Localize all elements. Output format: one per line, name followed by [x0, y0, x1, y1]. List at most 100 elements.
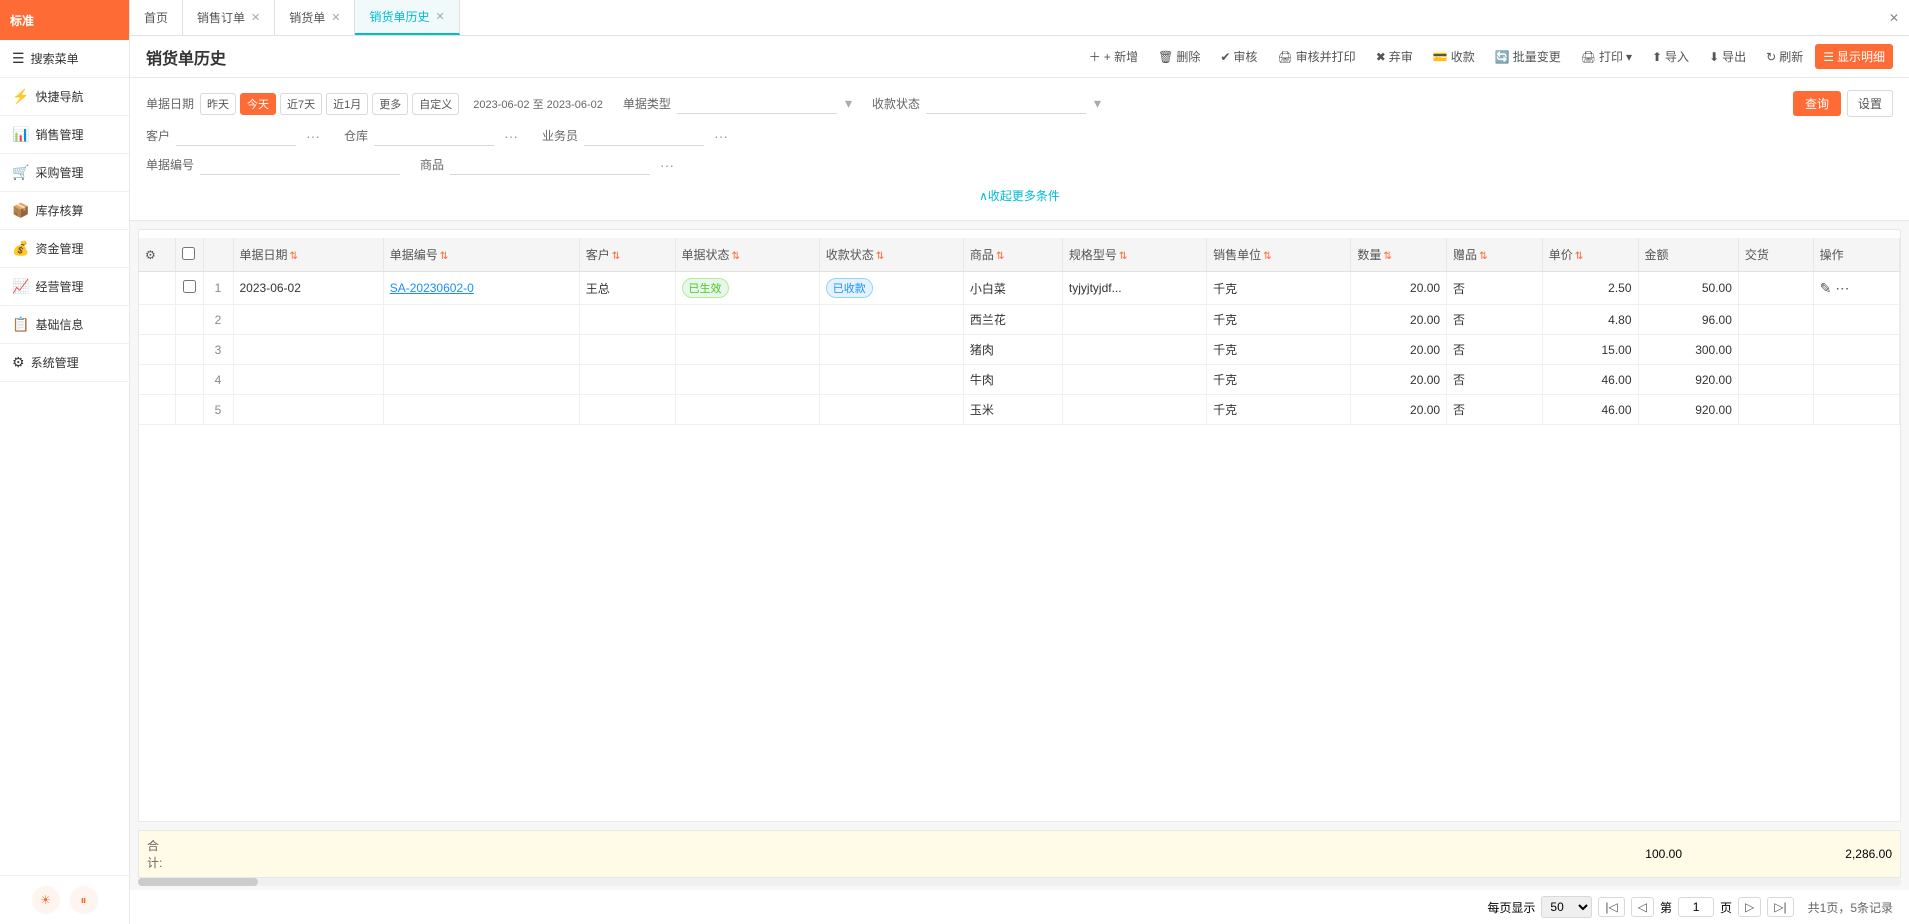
sidebar-item-inventory[interactable]: 📦 库存核算	[0, 192, 129, 230]
last-page-btn[interactable]: ▷|	[1767, 897, 1793, 917]
sidebar-bottom-btn1[interactable]: ☀	[32, 886, 60, 914]
date-btn-more[interactable]: 更多	[372, 93, 408, 115]
sidebar-item-search[interactable]: ☰ 搜索菜单	[0, 40, 129, 78]
next-page-btn[interactable]: ▷	[1738, 897, 1761, 917]
more-btn[interactable]: ⋯	[1835, 280, 1849, 297]
warehouse-input[interactable]	[374, 125, 494, 146]
table-area: ⚙ 单据日期⇅ 单据编号⇅ 客户⇅ 单据状态⇅ 收款状态⇅ 商品⇅ 规格型号⇅ …	[138, 229, 1901, 822]
th-trade: 交货	[1738, 238, 1813, 272]
doc-no-input[interactable]	[200, 154, 400, 175]
td-customer	[579, 305, 675, 335]
toolbar-export-btn[interactable]: ⬇ 导出	[1701, 44, 1754, 69]
edit-btn[interactable]: ✎	[1820, 280, 1832, 297]
tab-sales-delivery[interactable]: 销货单 ✕	[275, 0, 355, 35]
scrollbar-thumb[interactable]	[138, 878, 258, 886]
sidebar-item-system[interactable]: ⚙ 系统管理	[0, 344, 129, 382]
goods-input[interactable]	[450, 154, 650, 175]
th-doc-status[interactable]: 单据状态⇅	[675, 238, 819, 272]
staff-ellipsis-btn[interactable]: ···	[710, 128, 732, 144]
toolbar-show-details-btn[interactable]: ☰ 显示明细	[1815, 44, 1893, 69]
td-checkbox	[175, 305, 203, 335]
th-gift[interactable]: 赠品⇅	[1447, 238, 1543, 272]
date-btn-1month[interactable]: 近1月	[326, 93, 368, 115]
sidebar-item-purchase[interactable]: 🛒 采购管理	[0, 154, 129, 192]
warehouse-ellipsis-btn[interactable]: ···	[500, 128, 522, 144]
sidebar-bottom-btn2[interactable]: ⏸	[70, 886, 98, 914]
tab-sales-delivery-close[interactable]: ✕	[331, 11, 340, 24]
audit-print-icon: 🖨	[1277, 50, 1292, 64]
th-price[interactable]: 单价⇅	[1542, 238, 1638, 272]
td-checkbox	[175, 395, 203, 425]
th-collect-status[interactable]: 收款状态⇅	[819, 238, 963, 272]
per-page-label: 每页显示	[1487, 899, 1535, 916]
total-amount: 2,286.00	[1792, 847, 1892, 861]
goods-ellipsis-btn[interactable]: ···	[656, 157, 678, 173]
toolbar-delete-btn[interactable]: 🗑 删除	[1150, 44, 1208, 69]
td-amount: 920.00	[1638, 365, 1738, 395]
th-checkbox	[175, 238, 203, 272]
td-date: 2023-06-02	[233, 272, 383, 305]
collect-status-input[interactable]	[926, 93, 1086, 114]
sidebar-item-ops[interactable]: 📈 经营管理	[0, 268, 129, 306]
per-page-select[interactable]: 50 100 200	[1541, 896, 1592, 918]
row-checkbox[interactable]	[183, 280, 196, 293]
customer-input[interactable]	[176, 125, 296, 146]
filter-date: 单据日期 昨天 今天 近7天 近1月 更多 自定义 2023-06-02 至 2…	[146, 93, 603, 115]
filter-warehouse: 仓库 ···	[344, 125, 522, 146]
td-trade	[1738, 365, 1813, 395]
date-btn-yesterday[interactable]: 昨天	[200, 93, 236, 115]
doc-type-input[interactable]	[677, 93, 837, 114]
tab-sales-history[interactable]: 销货单历史 ✕	[355, 0, 459, 35]
doc-type-dropdown-icon[interactable]: ▾	[845, 95, 852, 112]
staff-input[interactable]	[584, 125, 704, 146]
settings-button[interactable]: 设置	[1847, 90, 1893, 117]
toolbar-print-btn[interactable]: 🖨 打印 ▾	[1573, 44, 1640, 69]
toolbar-import-btn[interactable]: ⬆ 导入	[1644, 44, 1697, 69]
tab-sales-order[interactable]: 销售订单 ✕	[183, 0, 275, 35]
toolbar-refresh-btn[interactable]: ↻ 刷新	[1758, 44, 1811, 69]
th-unit[interactable]: 销售单位⇅	[1207, 238, 1351, 272]
td-gear	[139, 305, 175, 335]
td-doc-status	[675, 365, 819, 395]
doc-no-link[interactable]: SA-20230602-0	[390, 281, 474, 295]
th-no[interactable]: 单据编号⇅	[383, 238, 579, 272]
tab-sales-order-close[interactable]: ✕	[251, 11, 260, 24]
tab-sales-history-close[interactable]: ✕	[436, 10, 445, 23]
customer-ellipsis-btn[interactable]: ···	[302, 128, 324, 144]
date-btn-custom[interactable]: 自定义	[412, 93, 459, 115]
prev-page-btn[interactable]: ◁	[1631, 897, 1654, 917]
sidebar-item-info[interactable]: 📋 基础信息	[0, 306, 129, 344]
th-spec[interactable]: 规格型号⇅	[1062, 238, 1206, 272]
sidebar-item-sales[interactable]: 📊 销售管理	[0, 116, 129, 154]
tab-home[interactable]: 首页	[130, 0, 183, 35]
sidebar-item-quick[interactable]: ⚡ 快捷导航	[0, 78, 129, 116]
first-page-btn[interactable]: |◁	[1598, 897, 1624, 917]
tabs-close-all[interactable]: ✕	[1879, 0, 1909, 35]
th-qty[interactable]: 数量⇅	[1351, 238, 1447, 272]
filter-doc-no: 单据编号	[146, 154, 400, 175]
toolbar-batch-change-btn[interactable]: 🔄 批量变更	[1487, 44, 1569, 69]
th-gear[interactable]: ⚙	[139, 238, 175, 272]
select-all-checkbox[interactable]	[182, 247, 195, 260]
toolbar-audit-btn[interactable]: ✔ 审核	[1212, 44, 1265, 69]
date-btn-today[interactable]: 今天	[240, 93, 276, 115]
page-number-input[interactable]	[1678, 897, 1714, 917]
toolbar-collect-btn[interactable]: 💳 收款	[1425, 44, 1483, 69]
td-qty: 20.00	[1351, 395, 1447, 425]
th-customer[interactable]: 客户⇅	[579, 238, 675, 272]
td-price: 4.80	[1542, 305, 1638, 335]
toolbar-audit-print-btn[interactable]: 🖨 审核并打印	[1269, 44, 1363, 69]
th-date[interactable]: 单据日期⇅	[233, 238, 383, 272]
th-goods[interactable]: 商品⇅	[963, 238, 1062, 272]
toolbar-new-btn[interactable]: ＋ + 新增	[1081, 44, 1146, 69]
collapse-row: ∧ 收起更多条件	[146, 183, 1893, 208]
sidebar-item-finance[interactable]: 💰 资金管理	[0, 230, 129, 268]
collapse-button[interactable]: ∧ 收起更多条件	[146, 183, 1893, 208]
chevron-up-icon: ∧	[979, 189, 988, 203]
date-btn-7days[interactable]: 近7天	[280, 93, 322, 115]
horizontal-scrollbar[interactable]	[138, 878, 1901, 886]
td-unit: 千克	[1207, 395, 1351, 425]
query-button[interactable]: 查询	[1793, 91, 1841, 116]
toolbar-abandon-btn[interactable]: ✖ 弃审	[1368, 44, 1421, 69]
collect-status-dropdown-icon[interactable]: ▾	[1094, 95, 1101, 112]
